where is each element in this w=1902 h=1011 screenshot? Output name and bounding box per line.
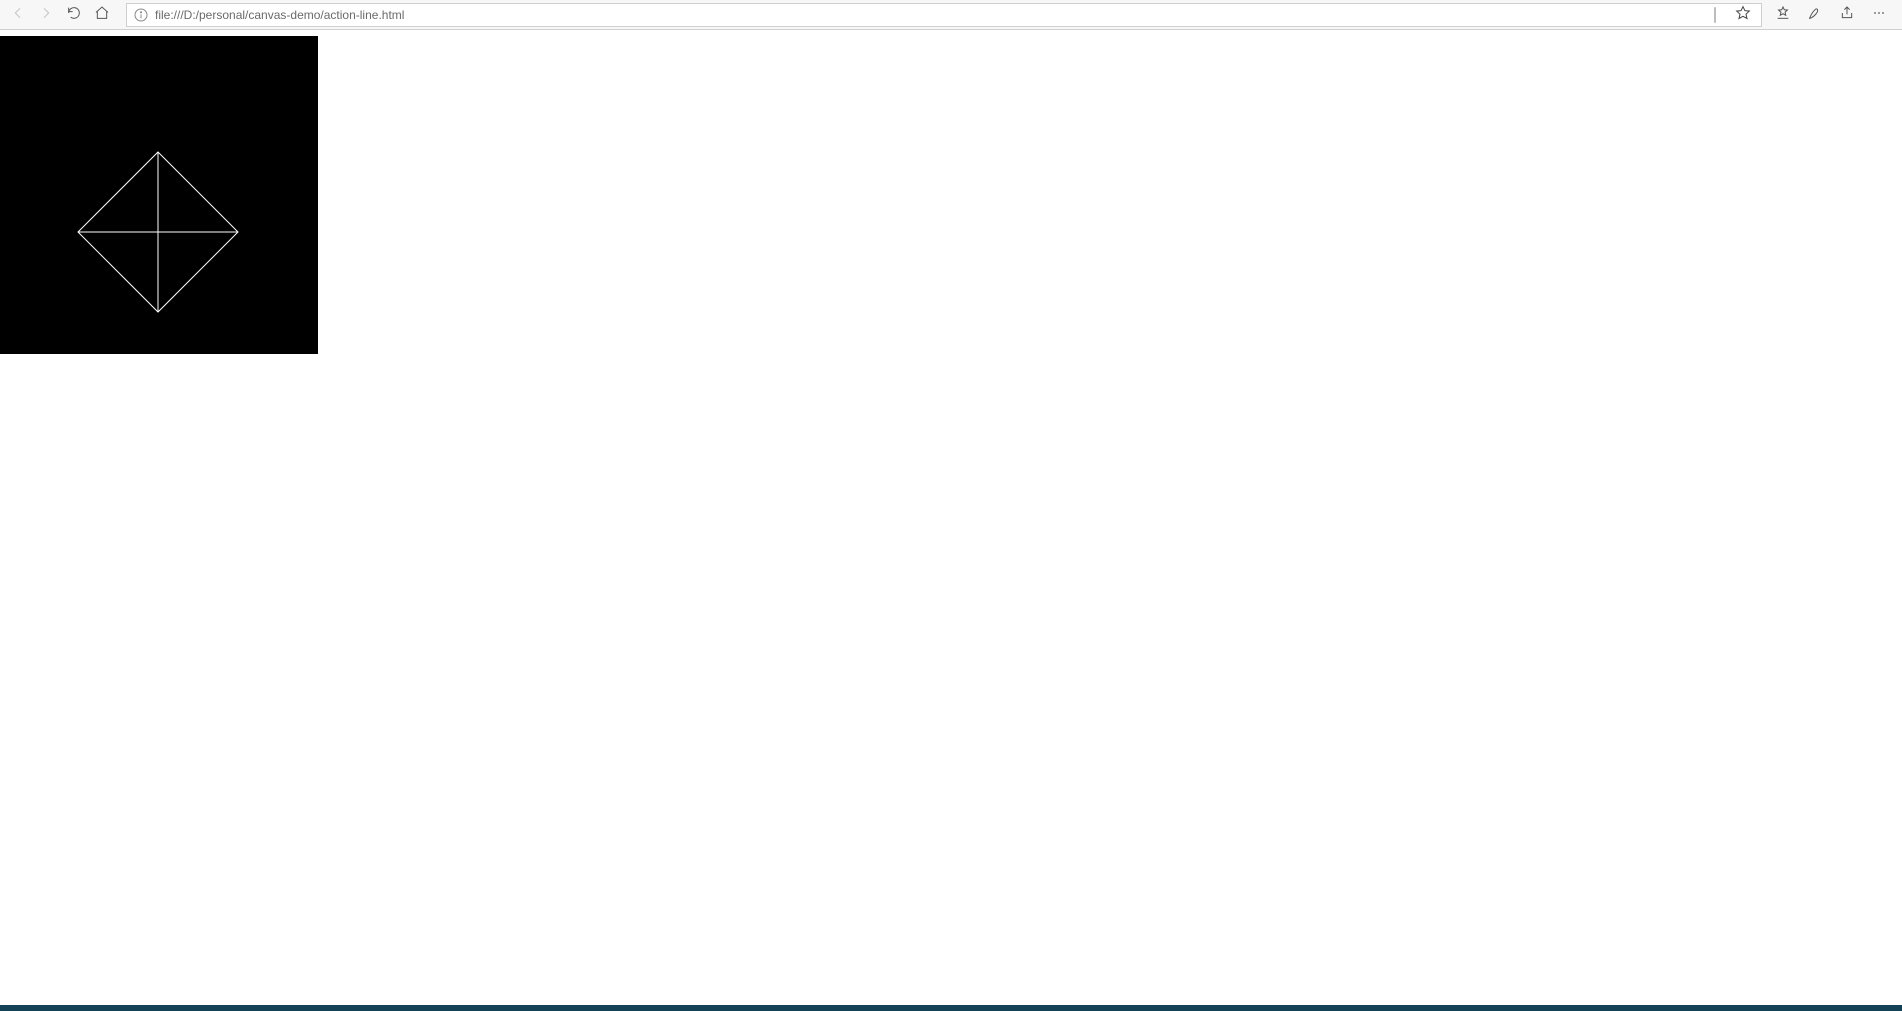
address-url: file:///D:/personal/canvas-demo/action-l… <box>155 8 1705 22</box>
canvas-element <box>0 36 318 354</box>
diamond-line-drawing <box>0 36 318 354</box>
back-button[interactable] <box>4 1 32 29</box>
pen-icon <box>1807 5 1823 24</box>
arrow-right-icon <box>38 5 54 24</box>
home-button[interactable] <box>88 1 116 29</box>
refresh-button[interactable] <box>60 1 88 29</box>
favorite-star-button[interactable] <box>1733 1 1753 29</box>
share-icon <box>1839 5 1855 24</box>
favorites-list-icon <box>1775 5 1791 24</box>
page-content <box>0 30 1902 1005</box>
site-info-icon[interactable] <box>133 7 149 23</box>
reading-view-button[interactable] <box>1705 1 1725 29</box>
refresh-icon <box>66 5 82 24</box>
more-button[interactable] <box>1864 1 1894 29</box>
notes-button[interactable] <box>1800 1 1830 29</box>
arrow-left-icon <box>10 5 26 24</box>
home-icon <box>94 5 110 24</box>
reading-view-icon <box>1714 8 1716 22</box>
favorites-list-button[interactable] <box>1768 1 1798 29</box>
address-bar[interactable]: file:///D:/personal/canvas-demo/action-l… <box>126 3 1762 27</box>
browser-toolbar: file:///D:/personal/canvas-demo/action-l… <box>0 0 1902 30</box>
ellipsis-icon <box>1871 5 1887 24</box>
toolbar-right-group <box>1768 1 1898 29</box>
share-button[interactable] <box>1832 1 1862 29</box>
star-icon <box>1735 5 1751 24</box>
taskbar-edge <box>0 1005 1902 1011</box>
forward-button[interactable] <box>32 1 60 29</box>
